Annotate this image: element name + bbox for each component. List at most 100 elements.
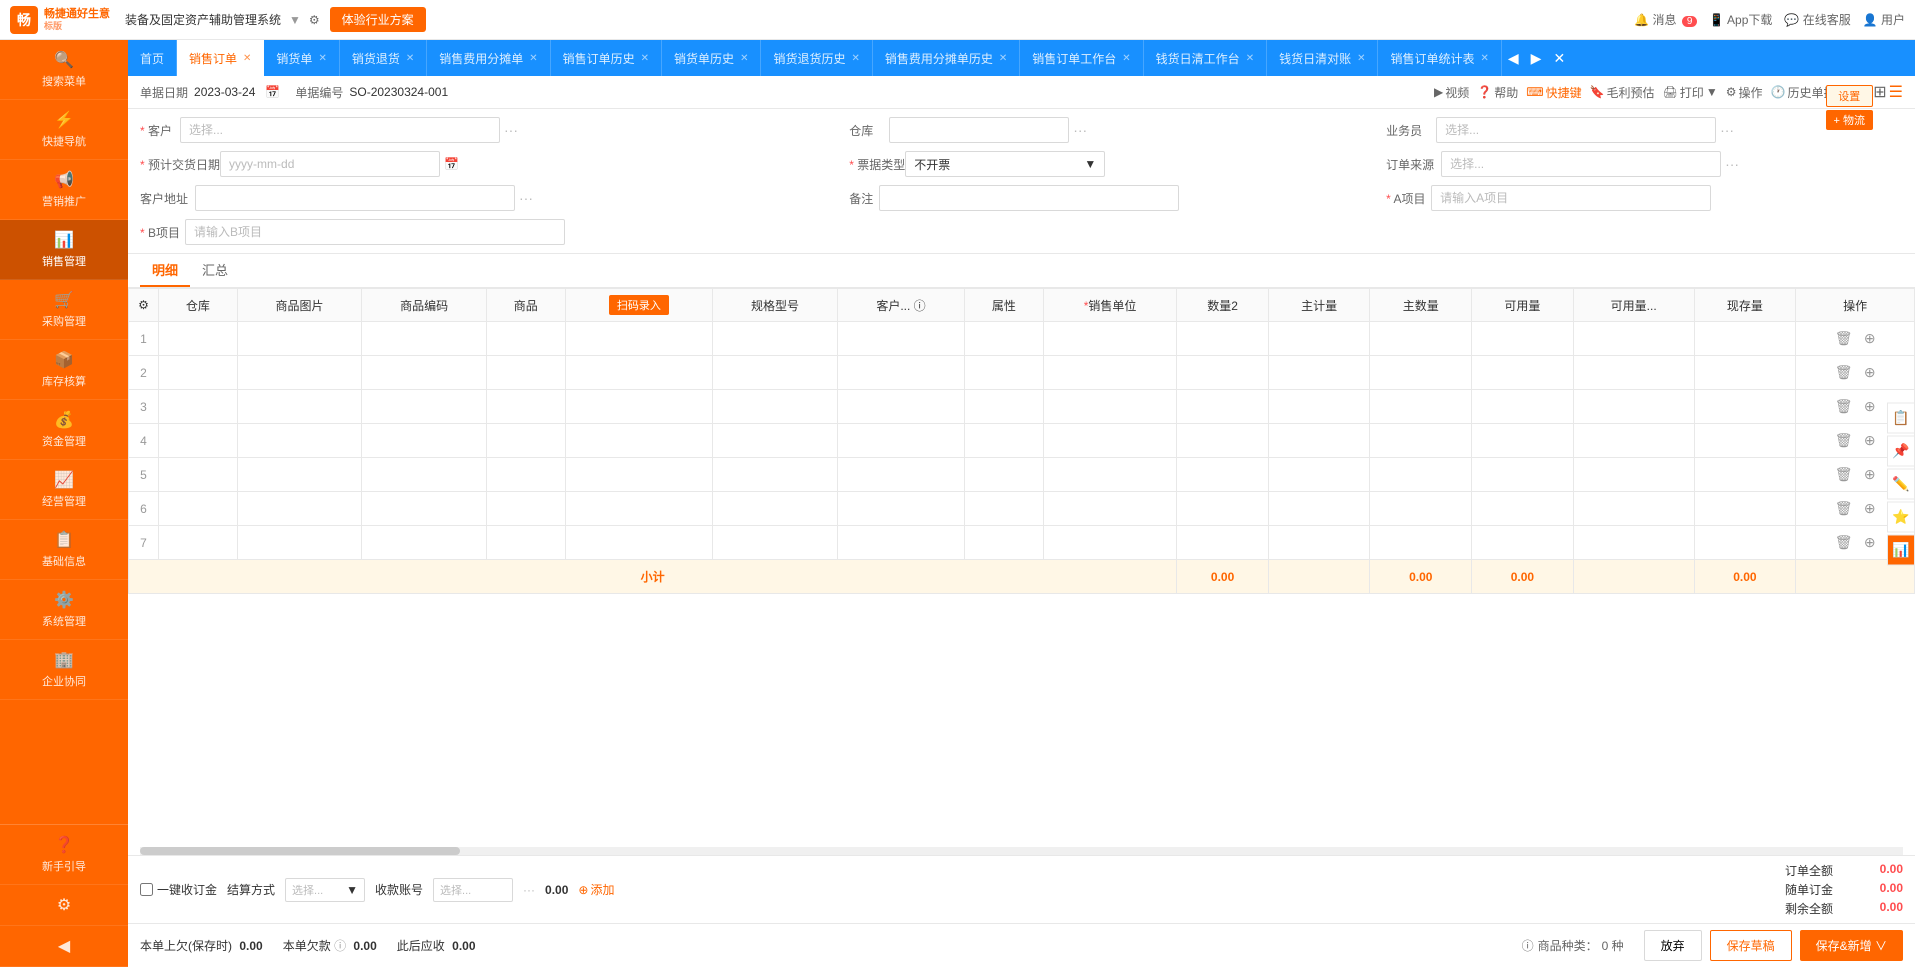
row-1-custcode[interactable] xyxy=(837,322,964,356)
float-btn-5[interactable]: 📊 xyxy=(1887,534,1915,565)
sidebar-settings[interactable]: ⚙ xyxy=(0,885,128,926)
row-6-copy-btn[interactable]: ⊕ xyxy=(1860,498,1880,519)
sidebar-item-inventory[interactable]: 📦 库存核算 xyxy=(0,340,128,400)
tab-home[interactable]: 首页 xyxy=(128,40,177,76)
float-btn-1[interactable]: 📋 xyxy=(1887,402,1915,433)
warehouse-dots-btn[interactable]: ··· xyxy=(1073,122,1087,138)
tab-order-workbench[interactable]: 销售订单工作台 ✕ xyxy=(1020,40,1143,76)
scan-btn[interactable]: 扫码录入 xyxy=(609,295,669,315)
sidebar-item-operations[interactable]: 📈 经营管理 xyxy=(0,460,128,520)
settings-icon[interactable]: ⚙ xyxy=(309,13,320,27)
tab-close-icon[interactable]: ✕ xyxy=(1246,53,1254,64)
one-click-checkbox[interactable] xyxy=(140,883,153,896)
sidebar-item-search[interactable]: 🔍 搜索菜单 xyxy=(0,40,128,100)
row-4-copy-btn[interactable]: ⊕ xyxy=(1860,430,1880,451)
row-2-mainqty[interactable] xyxy=(1370,356,1472,390)
row-1-mainqty[interactable] xyxy=(1370,322,1472,356)
discard-button[interactable]: 放弃 xyxy=(1644,930,1702,961)
row-5-delete-btn[interactable]: 🗑 xyxy=(1831,464,1857,485)
tab-close-icon[interactable]: ✕ xyxy=(529,53,537,64)
scroll-thumb[interactable] xyxy=(140,847,460,855)
detail-tab-summary[interactable]: 汇总 xyxy=(190,254,240,287)
tab-return-goods-hist[interactable]: 销货退货历史 ✕ xyxy=(761,40,872,76)
payment-dropdown-icon[interactable]: ▼ xyxy=(346,883,358,897)
solution-button[interactable]: 体验行业方案 xyxy=(330,7,426,32)
tab-close-icon[interactable]: ✕ xyxy=(999,53,1007,64)
one-click-collect-check[interactable]: 一键收订金 xyxy=(140,881,217,898)
salesperson-dots-btn[interactable]: ··· xyxy=(1720,122,1734,138)
sidebar-item-sales[interactable]: 📊 销售管理 xyxy=(0,220,128,280)
order-source-input[interactable] xyxy=(1441,151,1721,177)
date-picker-icon[interactable]: 📅 xyxy=(265,85,280,99)
help-btn[interactable]: ❓ 帮助 xyxy=(1477,84,1518,101)
row-2-copy-btn[interactable]: ⊕ xyxy=(1860,362,1880,383)
tab-sales-expense[interactable]: 销售费用分摊单 ✕ xyxy=(427,40,550,76)
row-1-salesunit[interactable] xyxy=(1043,322,1177,356)
row-1-copy-btn[interactable]: ⊕ xyxy=(1860,328,1880,349)
row-2-code[interactable] xyxy=(362,356,487,390)
tab-close-icon[interactable]: ✕ xyxy=(740,53,748,64)
user-avatar[interactable]: 👤 用户 xyxy=(1863,11,1905,28)
list-view-icon[interactable]: ☰ xyxy=(1889,82,1903,102)
debit-info-icon[interactable]: ⓘ xyxy=(334,939,346,953)
row-2-attr[interactable] xyxy=(965,356,1044,390)
delivery-date-input[interactable] xyxy=(220,151,440,177)
row-7-copy-btn[interactable]: ⊕ xyxy=(1860,532,1880,553)
row-2-salesunit[interactable] xyxy=(1043,356,1177,390)
row-6-delete-btn[interactable]: 🗑 xyxy=(1831,498,1857,519)
print-btn[interactable]: 🖨 打印 ▼ xyxy=(1663,84,1718,101)
warehouse-input[interactable]: 成品库 xyxy=(889,117,1069,143)
sidebar-item-basic[interactable]: 📋 基础信息 xyxy=(0,520,128,580)
customer-address-input[interactable] xyxy=(195,185,515,211)
a-project-input[interactable] xyxy=(1431,185,1711,211)
table-scrollbar[interactable] xyxy=(140,847,1903,855)
sidebar-collapse[interactable]: ◀ xyxy=(0,926,128,967)
tab-return-goods[interactable]: 销货退货 ✕ xyxy=(340,40,427,76)
row-3-copy-btn[interactable]: ⊕ xyxy=(1860,396,1880,417)
tab-close-icon[interactable]: ✕ xyxy=(1357,53,1365,64)
sidebar-item-quicknav[interactable]: ⚡ 快捷导航 xyxy=(0,100,128,160)
system-dropdown-icon[interactable]: ▼ xyxy=(289,13,301,27)
salesperson-input[interactable] xyxy=(1436,117,1716,143)
tab-sales-return[interactable]: 销货单 ✕ xyxy=(264,40,339,76)
row-1-attr[interactable] xyxy=(965,322,1044,356)
save-new-button[interactable]: 保存&新增 ∨ xyxy=(1800,930,1903,961)
tab-close-icon[interactable]: ✕ xyxy=(851,53,859,64)
message-btn[interactable]: 🔔 消息 9 xyxy=(1634,11,1697,28)
tab-prev-btn[interactable]: ◀ xyxy=(1502,50,1525,67)
row-2-delete-btn[interactable]: 🗑 xyxy=(1831,362,1857,383)
row-5-copy-btn[interactable]: ⊕ xyxy=(1860,464,1880,485)
tab-menu-btn[interactable]: ✕ xyxy=(1547,50,1571,67)
tab-close-icon[interactable]: ✕ xyxy=(1122,53,1130,64)
row-1-delete-btn[interactable]: 🗑 xyxy=(1831,328,1857,349)
invoice-dropdown-icon[interactable]: ▼ xyxy=(1084,157,1096,171)
row-2-warehouse[interactable] xyxy=(159,356,238,390)
app-download-btn[interactable]: 📱 App下载 xyxy=(1709,11,1772,28)
b-project-input[interactable] xyxy=(185,219,565,245)
sidebar-item-guide[interactable]: ❓ 新手引导 xyxy=(0,825,128,885)
view-btn[interactable]: ▶ 视频 xyxy=(1434,84,1469,101)
online-service-btn[interactable]: 💬 在线客服 xyxy=(1784,11,1850,28)
add-btn[interactable]: ⊕ 添加 xyxy=(578,881,614,898)
sidebar-item-marketing[interactable]: 📢 营销推广 xyxy=(0,160,128,220)
row-7-delete-btn[interactable]: 🗑 xyxy=(1831,532,1857,553)
amount-dots-btn[interactable]: ··· xyxy=(523,883,535,897)
row-3-delete-btn[interactable]: 🗑 xyxy=(1831,396,1857,417)
save-draft-button[interactable]: 保存草稿 xyxy=(1710,930,1792,961)
row-2-name[interactable] xyxy=(486,356,565,390)
tab-order-hist[interactable]: 销售订单历史 ✕ xyxy=(551,40,662,76)
customer-dots-btn[interactable]: ··· xyxy=(504,122,518,138)
tab-cash-reconcile[interactable]: 钱货日清对账 ✕ xyxy=(1267,40,1378,76)
tab-cash-daily[interactable]: 钱货日清工作台 ✕ xyxy=(1144,40,1267,76)
tab-expense-hist[interactable]: 销售费用分摊单历史 ✕ xyxy=(873,40,1020,76)
operations-btn[interactable]: ⚙ 操作 xyxy=(1726,84,1763,101)
tab-close-icon[interactable]: ✕ xyxy=(243,53,251,64)
shortcut-btn[interactable]: ⌨ 快捷键 xyxy=(1526,84,1581,101)
row-4-delete-btn[interactable]: 🗑 xyxy=(1831,430,1857,451)
date-icon[interactable]: 📅 xyxy=(444,157,459,171)
sidebar-item-system[interactable]: ⚙️ 系统管理 xyxy=(0,580,128,640)
settings-btn[interactable]: 设置 xyxy=(1826,85,1873,107)
tab-close-icon[interactable]: ✕ xyxy=(641,53,649,64)
sidebar-item-purchase[interactable]: 🛒 采购管理 xyxy=(0,280,128,340)
row-2-qty2[interactable] xyxy=(1177,356,1268,390)
